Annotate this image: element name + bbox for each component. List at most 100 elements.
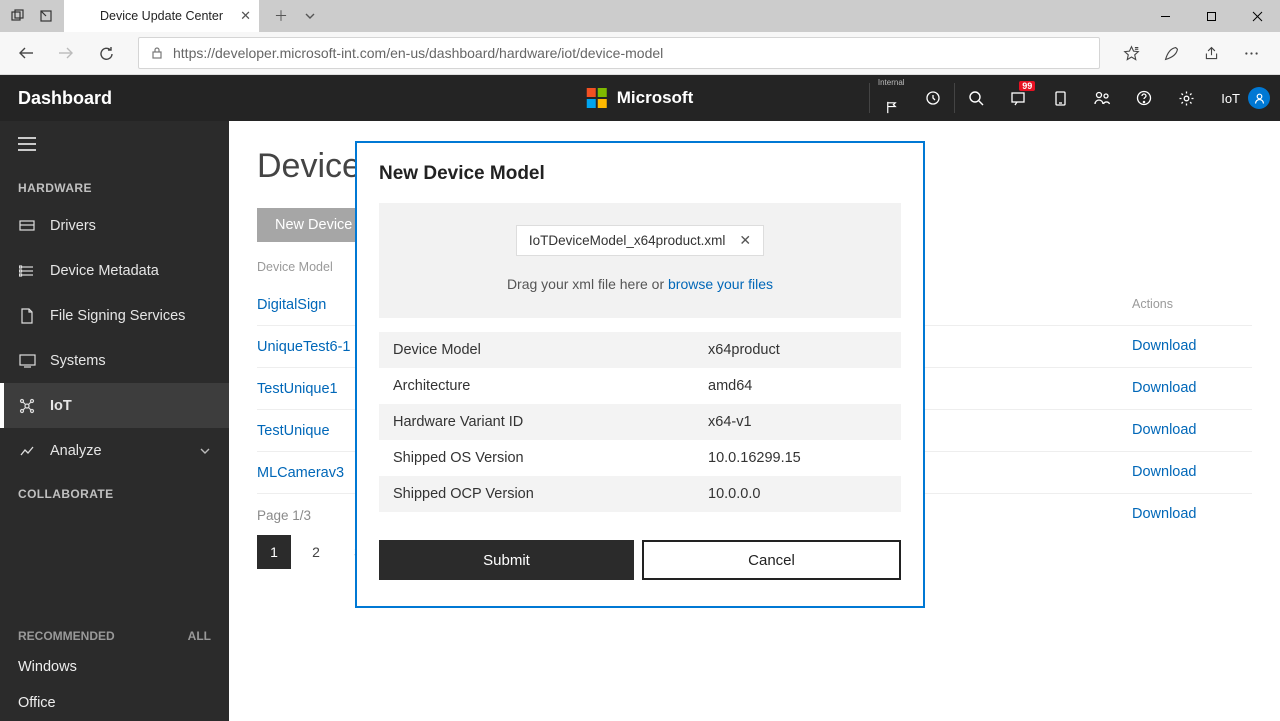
sidebar-rec-windows[interactable]: Windows bbox=[0, 649, 229, 685]
tab-strip-controls bbox=[0, 0, 64, 32]
people-icon[interactable] bbox=[1081, 75, 1123, 121]
recent-pages-icon[interactable] bbox=[6, 4, 30, 28]
actions-column: Actions Download Download Download Downl… bbox=[1132, 297, 1252, 535]
window-controls bbox=[1142, 0, 1280, 32]
browse-files-link[interactable]: browse your files bbox=[668, 276, 773, 292]
avatar-icon bbox=[1248, 87, 1270, 109]
microsoft-logo-icon bbox=[587, 88, 607, 108]
cancel-button[interactable]: Cancel bbox=[642, 540, 901, 580]
search-icon[interactable] bbox=[955, 75, 997, 121]
download-link[interactable]: Download bbox=[1132, 409, 1252, 451]
header-right: Internal 99 IoT bbox=[869, 75, 1280, 121]
model-link[interactable]: TestUnique1 bbox=[257, 381, 338, 397]
property-row: Shipped OCP Version10.0.0.0 bbox=[379, 476, 901, 512]
sidebar-item-file-signing[interactable]: File Signing Services bbox=[0, 293, 229, 338]
submit-button[interactable]: Submit bbox=[379, 540, 634, 580]
sidebar-item-label: File Signing Services bbox=[50, 308, 185, 324]
dropzone-text: Drag your xml file here or browse your f… bbox=[395, 276, 885, 292]
property-row: Hardware Variant IDx64-v1 bbox=[379, 404, 901, 440]
model-link[interactable]: TestUnique bbox=[257, 423, 330, 439]
tab-chevron-icon[interactable] bbox=[303, 9, 325, 23]
property-label: Architecture bbox=[393, 378, 708, 394]
download-link[interactable]: Download bbox=[1132, 325, 1252, 367]
file-dropzone[interactable]: IoTDeviceModel_x64product.xml ✕ Drag you… bbox=[379, 203, 901, 318]
minimize-icon[interactable] bbox=[1142, 0, 1188, 32]
sidebar-item-label: IoT bbox=[50, 398, 72, 414]
sidebar-item-systems[interactable]: Systems bbox=[0, 338, 229, 383]
browser-tabs: Device Update Center ✕ bbox=[64, 0, 259, 32]
sidebar-item-label: Systems bbox=[50, 353, 106, 369]
new-tab-icon[interactable]: ＋ bbox=[267, 6, 295, 26]
sidebar-item-drivers[interactable]: Drivers bbox=[0, 203, 229, 248]
sidebar-item-label: Drivers bbox=[50, 218, 96, 234]
property-row: Device Modelx64product bbox=[379, 332, 901, 368]
lock-icon bbox=[149, 46, 165, 60]
user-menu[interactable]: IoT bbox=[1207, 75, 1280, 121]
sidebar-section-hardware: HARDWARE bbox=[0, 167, 229, 203]
property-value: x64product bbox=[708, 342, 780, 358]
remove-file-icon[interactable]: ✕ bbox=[739, 232, 751, 249]
more-icon[interactable] bbox=[1234, 36, 1268, 70]
property-value: x64-v1 bbox=[708, 414, 752, 430]
browser-tab-active[interactable]: Device Update Center ✕ bbox=[64, 0, 259, 32]
page-1-button[interactable]: 1 bbox=[257, 535, 291, 569]
page-2-button[interactable]: 2 bbox=[299, 535, 333, 569]
browser-navbar: https://developer.microsoft-int.com/en-u… bbox=[0, 32, 1280, 75]
close-window-icon[interactable] bbox=[1234, 0, 1280, 32]
model-link[interactable]: DigitalSign bbox=[257, 297, 326, 313]
gear-icon[interactable] bbox=[1165, 75, 1207, 121]
tab-action-icons: ＋ bbox=[259, 0, 333, 32]
sidebar-item-label: Analyze bbox=[50, 443, 102, 459]
sidebar-rec-office[interactable]: Office bbox=[0, 685, 229, 721]
sidebar-item-iot[interactable]: IoT bbox=[0, 383, 229, 428]
refresh-icon[interactable] bbox=[88, 35, 124, 71]
uploaded-file-chip: IoTDeviceModel_x64product.xml ✕ bbox=[516, 225, 764, 256]
notification-badge: 99 bbox=[1019, 81, 1035, 91]
set-aside-icon[interactable] bbox=[34, 4, 58, 28]
sidebar-item-analyze[interactable]: Analyze bbox=[0, 428, 229, 473]
chat-notifications-icon[interactable]: 99 bbox=[997, 75, 1039, 121]
forward-icon[interactable] bbox=[48, 35, 84, 71]
close-tab-icon[interactable]: ✕ bbox=[240, 8, 251, 24]
drivers-icon bbox=[18, 219, 36, 233]
model-link[interactable]: MLCamerav3 bbox=[257, 465, 344, 481]
notes-icon[interactable] bbox=[1154, 36, 1188, 70]
chevron-down-icon bbox=[199, 445, 211, 457]
download-link[interactable]: Download bbox=[1132, 367, 1252, 409]
url-text: https://developer.microsoft-int.com/en-u… bbox=[173, 45, 663, 61]
help-icon[interactable] bbox=[1123, 75, 1165, 121]
property-label: Device Model bbox=[393, 342, 708, 358]
property-label: Shipped OS Version bbox=[393, 450, 708, 466]
property-value: 10.0.0.0 bbox=[708, 486, 760, 502]
microsoft-brand[interactable]: Microsoft bbox=[587, 88, 694, 108]
model-link[interactable]: UniqueTest6-1 bbox=[257, 339, 351, 355]
share-icon[interactable] bbox=[1194, 36, 1228, 70]
address-bar[interactable]: https://developer.microsoft-int.com/en-u… bbox=[138, 37, 1100, 69]
recommended-label: RECOMMENDED bbox=[18, 629, 115, 643]
property-label: Hardware Variant ID bbox=[393, 414, 708, 430]
sidebar-section-collaborate: COLLABORATE bbox=[0, 473, 229, 509]
app-header: Dashboard Microsoft Internal 99 IoT bbox=[0, 75, 1280, 121]
maximize-icon[interactable] bbox=[1188, 0, 1234, 32]
favorites-icon[interactable] bbox=[1114, 36, 1148, 70]
navbar-right-icons bbox=[1114, 36, 1272, 70]
file-name: IoTDeviceModel_x64product.xml bbox=[529, 233, 726, 248]
download-link[interactable]: Download bbox=[1132, 493, 1252, 535]
hamburger-icon[interactable] bbox=[0, 121, 229, 167]
flag-icon[interactable]: Internal bbox=[870, 75, 912, 121]
recommended-all[interactable]: ALL bbox=[188, 629, 211, 643]
sidebar-item-label: Device Metadata bbox=[50, 263, 159, 279]
property-row: Shipped OS Version10.0.16299.15 bbox=[379, 440, 901, 476]
tab-title: Device Update Center bbox=[100, 9, 223, 23]
property-label: Shipped OCP Version bbox=[393, 486, 708, 502]
iot-icon bbox=[18, 398, 36, 414]
microsoft-text: Microsoft bbox=[617, 88, 694, 108]
sidebar-item-device-metadata[interactable]: Device Metadata bbox=[0, 248, 229, 293]
download-link[interactable]: Download bbox=[1132, 451, 1252, 493]
clock-icon[interactable] bbox=[912, 75, 954, 121]
sidebar: HARDWARE Drivers Device Metadata File Si… bbox=[0, 121, 229, 721]
device-icon[interactable] bbox=[1039, 75, 1081, 121]
back-icon[interactable] bbox=[8, 35, 44, 71]
dashboard-title: Dashboard bbox=[0, 88, 112, 109]
internal-label: Internal bbox=[870, 78, 912, 87]
